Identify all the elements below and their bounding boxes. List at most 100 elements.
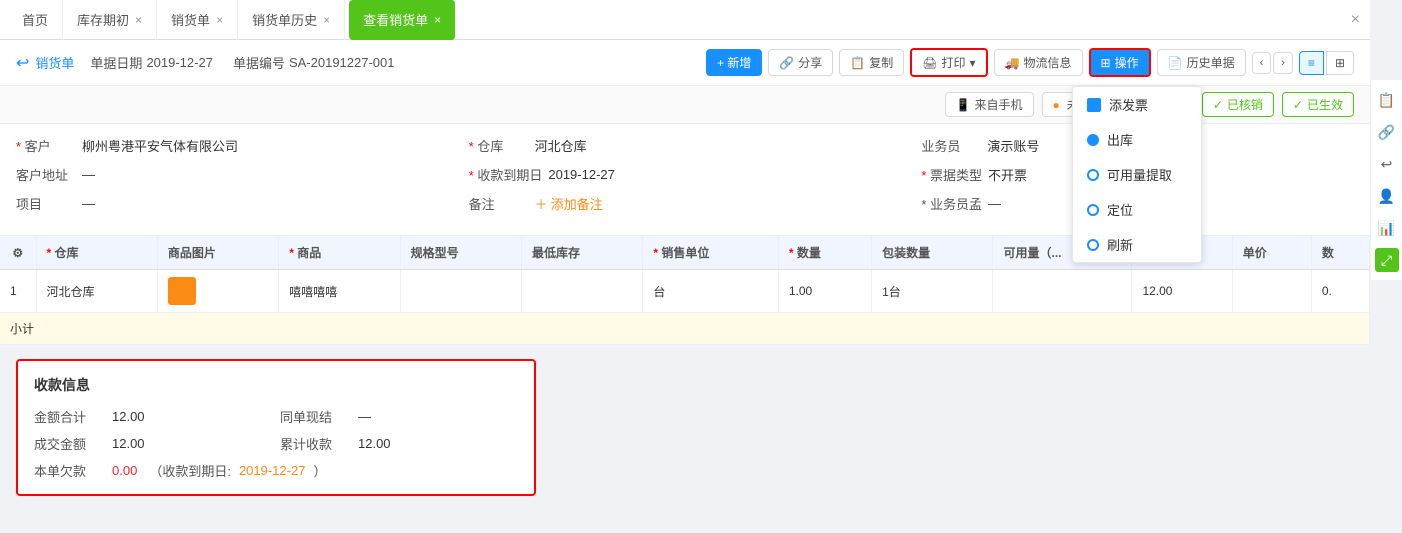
doc-date-label: 单据日期 <box>90 53 142 72</box>
deal-amount-value: 12.00 <box>112 436 145 451</box>
deal-amount-row: 成交金额 12.00 <box>34 434 272 453</box>
prev-button[interactable]: ‹ <box>1252 52 1272 74</box>
col-qty: 数量 <box>778 236 871 270</box>
available-qty-label: 可用量提取 <box>1107 165 1172 184</box>
sidebar-icon-2[interactable]: 🔗 <box>1375 120 1399 144</box>
same-order-label: 同单现结 <box>280 407 350 426</box>
arrears-due-date: 2019-12-27 <box>239 463 306 478</box>
doc-no-value: SA-20191227-001 <box>289 55 395 70</box>
tab-inventory-init-label: 库存期初 <box>77 10 129 29</box>
arrears-label: 本单欠款 <box>34 461 104 480</box>
col-settings[interactable]: ⚙ <box>0 236 36 270</box>
doc-no-field: 单据编号 SA-20191227-001 <box>233 53 395 72</box>
doc-title-text: 销货单 <box>35 53 74 72</box>
doc-no-label: 单据编号 <box>233 53 285 72</box>
due-date-value: 2019-12-27 <box>548 167 615 182</box>
deal-amount-label: 成交金额 <box>34 434 104 453</box>
tab-view-sales[interactable]: 查看销货单 × <box>349 0 456 40</box>
locate-item[interactable]: 定位 <box>1073 192 1201 227</box>
tab-sales-order[interactable]: 销货单 × <box>157 0 238 40</box>
staff-value: 演示账号 <box>987 136 1039 155</box>
col-price: 单价 <box>1232 236 1311 270</box>
add-invoice-label: 添发票 <box>1109 95 1148 114</box>
note-label: 备注 <box>469 194 529 213</box>
out-stock-icon <box>1087 134 1099 146</box>
arrears-row: 本单欠款 0.00 （收款到期日: 2019-12-27 ） <box>34 461 518 480</box>
tab-sales-order-label: 销货单 <box>171 10 210 29</box>
row-qty: 1.00 <box>778 270 871 313</box>
row-other: 0. <box>1311 270 1369 313</box>
tab-view-sales-close[interactable]: × <box>434 13 441 27</box>
print-icon: 🖨 <box>922 56 937 70</box>
warehouse-field: 仓库 河北仓库 <box>469 136 902 155</box>
from-phone-button[interactable]: 📱 来自手机 <box>945 92 1034 117</box>
add-note-label: 添加备注 <box>551 194 603 213</box>
tab-home[interactable]: 首页 <box>8 0 63 40</box>
sidebar-icon-6[interactable]: ⤢ <box>1375 248 1399 272</box>
effective-button[interactable]: ✓ 已生效 <box>1282 92 1354 117</box>
copy-button[interactable]: 📋 复制 <box>839 49 904 76</box>
add-invoice-icon <box>1087 98 1101 112</box>
print-button[interactable]: 🖨 打印 ▾ <box>910 48 987 77</box>
cumulative-value: 12.00 <box>358 436 391 451</box>
available-qty-icon <box>1087 169 1099 181</box>
share-button[interactable]: 🔗 分享 <box>768 49 833 76</box>
sidebar-icon-4[interactable]: 👤 <box>1375 184 1399 208</box>
history-icon: 📄 <box>1168 56 1183 70</box>
logistics-button[interactable]: 🚚 物流信息 <box>994 49 1083 76</box>
add-invoice-item[interactable]: 添发票 <box>1073 87 1201 122</box>
note-field: 备注 ＋ 添加备注 <box>469 194 902 213</box>
row-pack-qty: 1台 <box>872 270 993 313</box>
tab-inventory-init[interactable]: 库存期初 × <box>63 0 157 40</box>
customer-field: 客户 柳州粤港平安气体有限公司 <box>16 136 449 155</box>
operation-button[interactable]: ⊞ 操作 <box>1089 48 1151 77</box>
doc-date-field: 单据日期 2019-12-27 <box>90 53 213 72</box>
locate-icon <box>1087 204 1099 216</box>
sidebar-icon-5[interactable]: 📊 <box>1375 216 1399 240</box>
salesperson-value: — <box>988 196 1001 211</box>
tab-inventory-init-close[interactable]: × <box>135 13 142 27</box>
tab-sales-history-close[interactable]: × <box>323 13 330 27</box>
right-sidebar: 📋 🔗 ↩ 👤 📊 ⤢ <box>1370 80 1402 280</box>
next-button[interactable]: › <box>1273 52 1293 74</box>
operation-dropdown: 添发票 出库 可用量提取 定位 刷新 <box>1072 86 1202 263</box>
add-note-button[interactable]: ＋ 添加备注 <box>535 194 603 213</box>
col-product: 商品 <box>279 236 400 270</box>
effective-icon: ✓ <box>1293 98 1303 112</box>
same-order-row: 同单现结 — <box>280 407 518 426</box>
subtotal-row: 小计 <box>0 313 1370 345</box>
customer-label: 客户 <box>16 136 76 155</box>
project-value: — <box>82 196 95 211</box>
sidebar-icon-1[interactable]: 📋 <box>1375 88 1399 112</box>
truck-icon: 🚚 <box>1005 56 1020 70</box>
tab-sales-history[interactable]: 销货单历史 × <box>238 0 345 40</box>
project-field: 项目 — <box>16 194 449 213</box>
grid-view-button[interactable]: ⊞ <box>1326 51 1354 75</box>
row-price <box>1232 270 1311 313</box>
print-dropdown-icon: ▾ <box>970 56 976 70</box>
list-view-button[interactable]: ≡ <box>1299 51 1324 75</box>
out-stock-label: 出库 <box>1107 130 1133 149</box>
cancelled-button[interactable]: ✓ 已核销 <box>1202 92 1274 117</box>
out-stock-item[interactable]: 出库 <box>1073 122 1201 157</box>
project-label: 项目 <box>16 194 76 213</box>
col-min-stock: 最低库存 <box>522 236 643 270</box>
sales-order-icon: ↩ <box>16 53 29 73</box>
phone-icon: 📱 <box>956 98 971 112</box>
due-date-label: 收款到期日 <box>469 165 543 184</box>
plus-icon: ＋ <box>535 194 548 213</box>
doc-header: ↩ 销货单 单据日期 2019-12-27 单据编号 SA-20191227-0… <box>0 40 1370 86</box>
new-button[interactable]: + 新增 <box>706 49 762 76</box>
refresh-item[interactable]: 刷新 <box>1073 227 1201 262</box>
arrears-value: 0.00 <box>112 463 137 478</box>
total-amount-row: 金额合计 12.00 <box>34 407 272 426</box>
tab-bar-close-button[interactable]: × <box>1351 11 1360 29</box>
address-field: 客户地址 — <box>16 165 449 184</box>
total-amount-value: 12.00 <box>112 409 145 424</box>
tab-sales-order-close[interactable]: × <box>216 13 223 27</box>
doc-meta: 单据日期 2019-12-27 单据编号 SA-20191227-001 <box>90 53 690 72</box>
available-qty-item[interactable]: 可用量提取 <box>1073 157 1201 192</box>
history-button[interactable]: 📄 历史单据 <box>1157 49 1246 76</box>
cumulative-row: 累计收款 12.00 <box>280 434 518 453</box>
sidebar-icon-3[interactable]: ↩ <box>1375 152 1399 176</box>
